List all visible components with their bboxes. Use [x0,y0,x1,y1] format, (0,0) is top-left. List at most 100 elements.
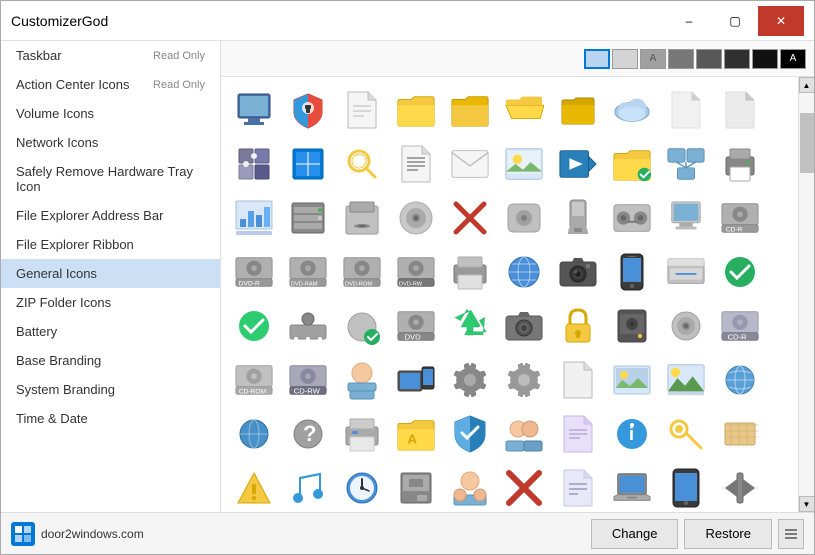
scroll-track[interactable] [799,93,815,496]
icon-cell[interactable] [715,247,765,297]
icon-cell[interactable] [607,301,657,351]
icon-cell[interactable] [391,193,441,243]
color-swatch-medium-gray-a[interactable]: A [640,49,666,69]
icon-cell[interactable] [661,247,711,297]
icon-cell[interactable] [553,355,603,405]
icon-cell[interactable] [607,139,657,189]
icon-cell[interactable] [661,301,711,351]
icon-cell[interactable] [391,85,441,135]
color-swatch-black-a[interactable]: A [780,49,806,69]
icon-cell[interactable] [715,85,765,135]
icon-cell[interactable] [661,85,711,135]
icon-cell[interactable] [553,193,603,243]
icon-cell[interactable] [283,85,333,135]
change-button[interactable]: Change [591,519,679,549]
icon-cell[interactable]: DVD-R [229,247,279,297]
icon-cell[interactable] [715,409,765,459]
scroll-down-button[interactable]: ▼ [799,496,815,512]
sidebar-item-volume[interactable]: Volume Icons [1,99,220,128]
icon-cell[interactable] [499,409,549,459]
icon-cell[interactable] [337,193,387,243]
sidebar-item-safely-remove[interactable]: Safely Remove Hardware Tray Icon [1,157,220,201]
sidebar-item-file-explorer-address[interactable]: File Explorer Address Bar [1,201,220,230]
icon-cell[interactable] [715,139,765,189]
icon-cell[interactable] [607,463,657,512]
icon-cell[interactable] [553,247,603,297]
icon-cell[interactable]: CD-R [715,193,765,243]
icon-cell[interactable] [661,355,711,405]
icon-cell[interactable] [229,85,279,135]
icon-cell[interactable]: CD-ROM [229,355,279,405]
icon-cell[interactable] [499,355,549,405]
sidebar-item-zip-folder[interactable]: ZIP Folder Icons [1,288,220,317]
icon-cell[interactable] [337,139,387,189]
icon-cell[interactable] [445,247,495,297]
icon-cell[interactable] [661,193,711,243]
minimize-button[interactable]: – [666,6,712,36]
icon-cell[interactable]: i [607,409,657,459]
icon-cell[interactable] [229,301,279,351]
icon-cell[interactable] [499,85,549,135]
icon-cell[interactable] [445,193,495,243]
icon-cell[interactable] [661,139,711,189]
sidebar-item-network[interactable]: Network Icons [1,128,220,157]
icon-cell[interactable] [553,85,603,135]
maximize-button[interactable]: ▢ [712,6,758,36]
color-swatch-light-gray[interactable] [612,49,638,69]
icon-cell[interactable]: DVD-RAM [283,247,333,297]
sidebar-item-file-explorer-ribbon[interactable]: File Explorer Ribbon [1,230,220,259]
icon-cell[interactable]: CD-RW [283,355,333,405]
icon-cell[interactable] [715,463,765,512]
icon-cell[interactable] [499,193,549,243]
icon-cell[interactable] [337,409,387,459]
color-swatch-very-dark[interactable] [752,49,778,69]
color-swatch-dark-gray2[interactable] [696,49,722,69]
icon-cell[interactable]: CD-R [715,301,765,351]
icon-cell[interactable] [337,463,387,512]
icon-cell[interactable] [499,463,549,512]
icon-cell[interactable] [445,85,495,135]
icon-cell[interactable] [553,409,603,459]
icon-cell[interactable] [607,247,657,297]
sidebar-item-general-icons[interactable]: General Icons [1,259,220,288]
color-swatch-dark-gray3[interactable] [724,49,750,69]
icon-cell[interactable] [283,463,333,512]
icon-cell[interactable] [607,355,657,405]
scroll-thumb[interactable] [800,113,814,173]
icon-cell[interactable] [337,85,387,135]
icon-cell[interactable] [607,193,657,243]
icon-cell[interactable] [283,301,333,351]
icon-cell[interactable] [229,193,279,243]
icon-cell[interactable] [445,301,495,351]
icon-cell[interactable] [283,139,333,189]
icon-cell[interactable] [283,193,333,243]
icon-cell[interactable]: DVD-ROM [337,247,387,297]
icon-cell[interactable] [715,355,765,405]
icon-cell[interactable] [391,355,441,405]
close-button[interactable]: ✕ [758,6,804,36]
icon-cell[interactable] [553,463,603,512]
sidebar-item-base-branding[interactable]: Base Branding [1,346,220,375]
icon-cell[interactable] [337,355,387,405]
color-swatch-light-blue[interactable] [584,49,610,69]
icon-cell[interactable] [391,463,441,512]
icon-cell[interactable]: A [391,409,441,459]
menu-button[interactable] [778,519,804,549]
icon-cell[interactable] [445,409,495,459]
icon-cell[interactable] [391,139,441,189]
sidebar-item-time-date[interactable]: Time & Date [1,404,220,433]
icon-cell[interactable]: ? [283,409,333,459]
icon-cell[interactable]: DVD-RW [391,247,441,297]
icon-cell[interactable] [661,409,711,459]
icon-cell[interactable] [607,85,657,135]
icon-cell[interactable]: DVD [391,301,441,351]
sidebar-item-taskbar[interactable]: Taskbar Read Only [1,41,220,70]
scroll-up-button[interactable]: ▲ [799,77,815,93]
icon-cell[interactable] [553,139,603,189]
sidebar-item-system-branding[interactable]: System Branding [1,375,220,404]
restore-button[interactable]: Restore [684,519,772,549]
sidebar-item-action-center[interactable]: Action Center Icons Read Only [1,70,220,99]
icon-cell[interactable] [337,301,387,351]
icon-cell[interactable] [553,301,603,351]
icon-cell[interactable] [445,355,495,405]
